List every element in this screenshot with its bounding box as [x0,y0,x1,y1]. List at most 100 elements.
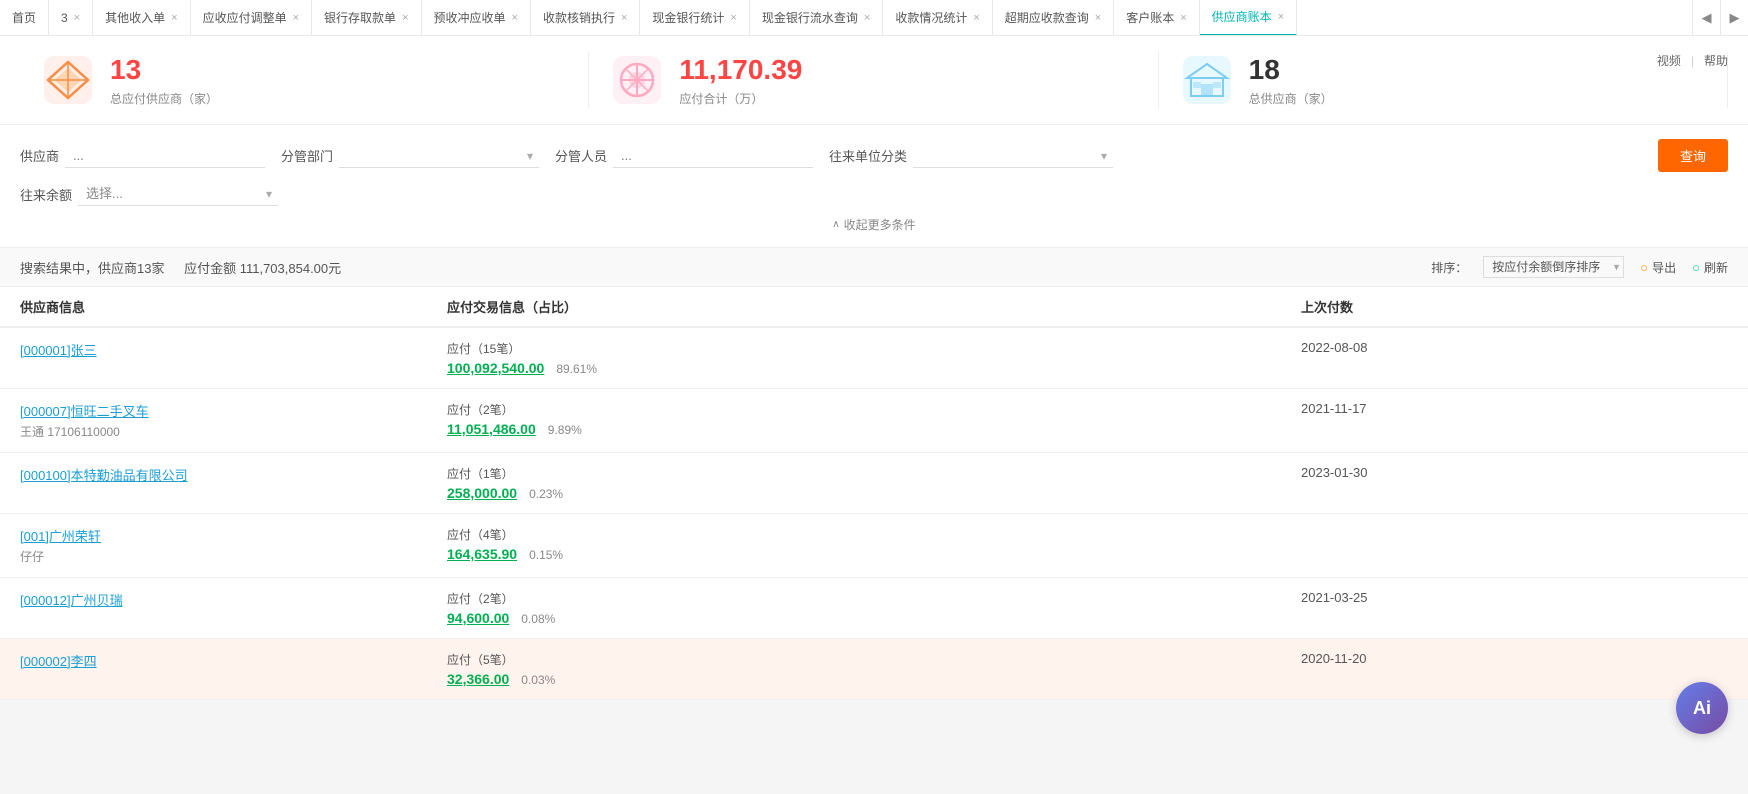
nav-tab-cash-stats[interactable]: 现金银行统计 × [640,0,749,36]
supplier-name-link[interactable]: [000012]广州贝瑞 [20,590,447,609]
nav-tab-other-income[interactable]: 其他收入单 × [93,0,190,36]
table-row[interactable]: [000007]恒旺二手叉车 王通 17106110000 应付（2笔） 11,… [0,389,1748,453]
store-icon [1179,52,1235,108]
result-amount-info: 应付金额 111,703,854.00元 [184,261,341,276]
payable-percent: 89.61% [556,362,597,376]
table-row[interactable]: [000002]李四 应付（5笔） 32,366.00 0.03% 2020-1… [0,639,1748,700]
close-icon[interactable]: × [293,12,299,24]
payable-amount-row: 32,366.00 0.03% [447,668,1301,687]
close-icon[interactable]: × [171,12,177,24]
nav-tab-cash-flow[interactable]: 现金银行流水查询 × [750,0,883,36]
payable-amount[interactable]: 258,000.00 [447,485,517,501]
close-icon[interactable]: × [1278,11,1284,23]
filter-row-2: 往来余额 选择... [20,182,1728,206]
supplier-cell: [000001]张三 [20,340,447,376]
nav-tab-supplier-ledger[interactable]: 供应商账本 × [1200,0,1297,36]
payable-percent: 0.03% [521,673,555,687]
filter-department: 分管部门 [281,144,539,168]
result-supplier-info: 搜索结果中，供应商13家 [20,261,164,276]
supplier-sub-info: 王通 17106110000 [20,423,447,440]
unit-select[interactable] [913,144,1113,168]
nav-tab-other-income-label: 其他收入单 [105,9,165,26]
close-icon[interactable]: × [730,12,736,24]
close-icon[interactable]: × [973,12,979,24]
collapse-button[interactable]: ∧ 收起更多条件 [832,216,915,233]
help-doc-link[interactable]: 帮助 [1704,52,1728,69]
supplier-name-link[interactable]: [000001]张三 [20,340,447,359]
nav-next-arrow[interactable]: ▶ [1720,0,1748,36]
nav-prev-arrow[interactable]: ◀ [1692,0,1720,36]
summary-payable-suppliers-label: 总应付供应商（家） [110,90,218,107]
balance-select[interactable]: 选择... [78,182,278,206]
payable-cell: 应付（15笔） 100,092,540.00 89.61% [447,340,1301,376]
result-bar: 搜索结果中，供应商13家 应付金额 111,703,854.00元 排序： 按应… [0,248,1748,287]
department-select[interactable] [339,144,539,168]
summary-card-payable-total: 11,170.39 应付合计（万） [589,52,1158,108]
close-icon[interactable]: × [621,12,627,24]
sort-select-wrapper: 按应付余额倒序排序 [1483,256,1624,278]
close-icon[interactable]: × [864,12,870,24]
nav-tab-overdue[interactable]: 超期应收款查询 × [993,0,1114,36]
table-row[interactable]: [000012]广州贝瑞 应付（2笔） 94,600.00 0.08% 2021… [0,578,1748,639]
nav-tab-payment[interactable]: 收款核销执行 × [531,0,640,36]
last-pay-cell: 2022-08-08 [1301,340,1728,376]
export-button[interactable]: ○ 导出 [1640,259,1676,276]
payable-amount-row: 11,051,486.00 9.89% [447,418,1301,437]
payable-label: 应付（1笔） [447,465,1301,482]
close-icon[interactable]: × [402,12,408,24]
last-pay-date: 2021-03-25 [1301,590,1368,605]
payable-amount[interactable]: 100,092,540.00 [447,360,544,376]
diamond-icon [40,52,96,108]
last-pay-cell: 2021-11-17 [1301,401,1728,440]
close-icon[interactable]: × [74,12,80,24]
payable-amount[interactable]: 32,366.00 [447,671,509,687]
supplier-name-link[interactable]: [001]广州荣轩 [20,526,447,545]
payable-amount[interactable]: 94,600.00 [447,610,509,626]
nav-tab-cash-flow-label: 现金银行流水查询 [762,9,858,26]
sort-select[interactable]: 按应付余额倒序排序 [1483,256,1624,278]
nav-tab-bank[interactable]: 银行存取款单 × [312,0,421,36]
close-icon[interactable]: × [512,12,518,24]
collapse-label: 收起更多条件 [844,216,916,233]
person-input[interactable] [613,144,813,168]
nav-tab-customer-ledger-label: 客户账本 [1126,9,1174,26]
nav-tab-prepay[interactable]: 预收冲应收单 × [422,0,531,36]
last-pay-cell [1301,526,1728,565]
table-row[interactable]: [000100]本特勤油品有限公司 应付（1笔） 258,000.00 0.23… [0,453,1748,514]
payable-amount-row: 94,600.00 0.08% [447,607,1301,626]
supplier-cell: [001]广州荣轩 仔仔 [20,526,447,565]
payable-percent: 0.08% [521,612,555,626]
result-info: 搜索结果中，供应商13家 应付金额 111,703,854.00元 [20,258,1431,277]
payable-amount[interactable]: 164,635.90 [447,546,517,562]
table-row[interactable]: [001]广州荣轩 仔仔 应付（4笔） 164,635.90 0.15% [0,514,1748,578]
nav-tab-receipt-stats[interactable]: 收款情况统计 × [883,0,992,36]
payable-amount-row: 258,000.00 0.23% [447,482,1301,501]
export-label: 导出 [1652,259,1676,276]
summary-payable-suppliers-text: 13 总应付供应商（家） [110,53,218,108]
department-select-wrapper [339,144,539,168]
payable-amount-row: 164,635.90 0.15% [447,543,1301,562]
summary-payable-total-number: 11,170.39 [679,53,802,87]
supplier-input[interactable] [65,144,265,168]
unit-select-wrapper [913,144,1113,168]
nav-tab-adjustment[interactable]: 应收应付调整单 × [191,0,312,36]
ai-assistant-button[interactable]: Ai [1676,682,1728,734]
close-icon[interactable]: × [1095,12,1101,24]
nav-tab-home[interactable]: 首页 [0,0,49,36]
help-video-link[interactable]: 视频 [1657,52,1681,69]
supplier-name-link[interactable]: [000007]恒旺二手叉车 [20,401,447,420]
nav-tab-3[interactable]: 3 × [49,0,93,36]
last-pay-cell: 2020-11-20 [1301,651,1728,687]
payable-label: 应付（15笔） [447,340,1301,357]
nav-tab-customer-ledger[interactable]: 客户账本 × [1114,0,1199,36]
last-pay-date: 2023-01-30 [1301,465,1368,480]
search-button[interactable]: 查询 [1658,139,1728,172]
close-icon[interactable]: × [1180,12,1186,24]
payable-amount[interactable]: 11,051,486.00 [447,421,536,437]
table-row[interactable]: [000001]张三 应付（15笔） 100,092,540.00 89.61%… [0,328,1748,389]
balance-select-wrapper: 选择... [78,182,278,206]
payable-percent: 9.89% [548,423,582,437]
supplier-name-link[interactable]: [000002]李四 [20,651,447,670]
supplier-name-link[interactable]: [000100]本特勤油品有限公司 [20,465,447,484]
refresh-button[interactable]: ○ 刷新 [1692,259,1728,276]
